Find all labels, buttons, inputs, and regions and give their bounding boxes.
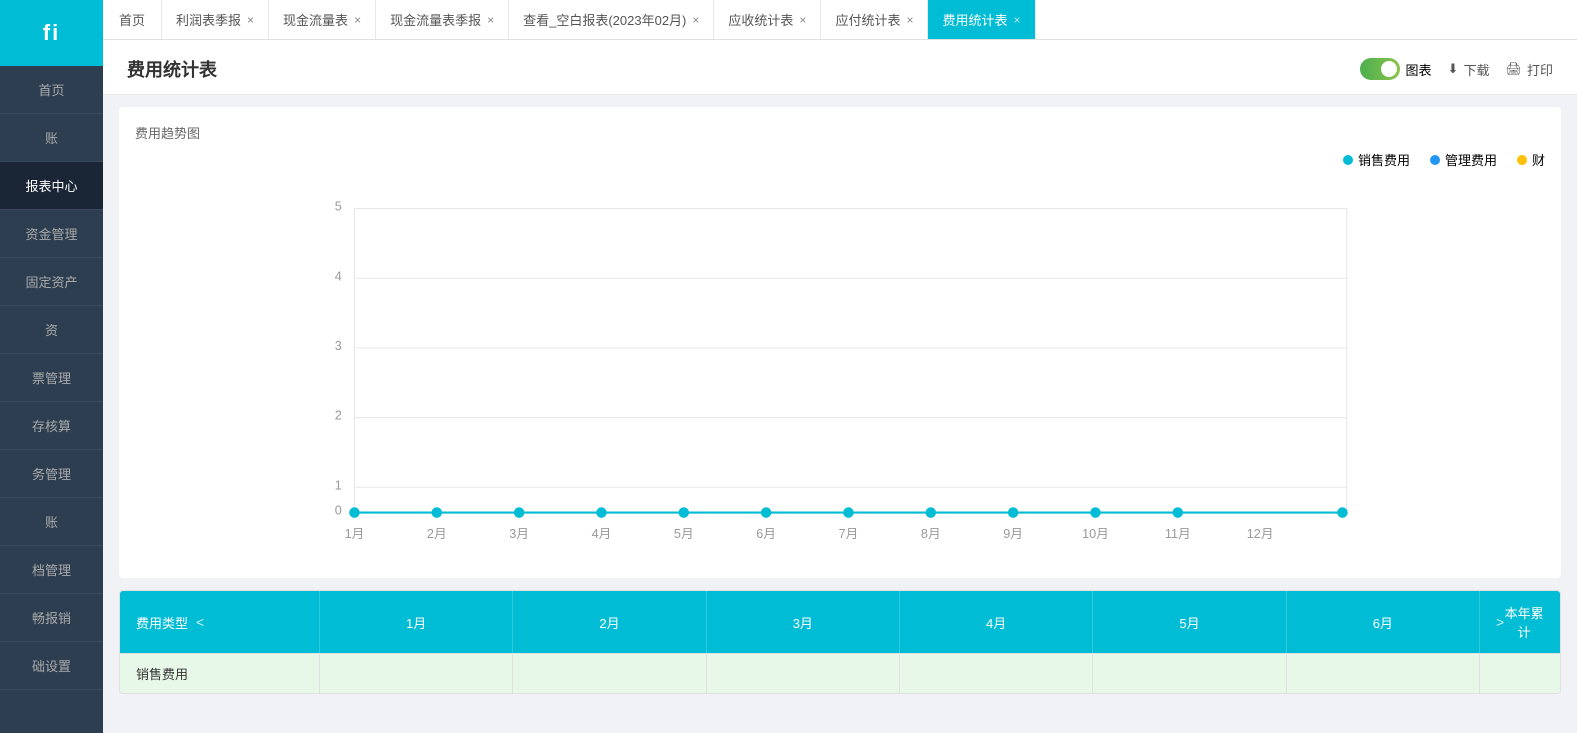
svg-text:3月: 3月 (509, 527, 529, 541)
sidebar: fi 首页 账 报表中心 资金管理 固定资产 资 票管理 存核算 务管理 账 档… (0, 0, 103, 733)
td-type-sales: 销售费用 (120, 654, 320, 693)
sidebar-item-invoice[interactable]: 票管理 (0, 354, 103, 402)
download-button[interactable]: ⬇ 下载 (1448, 60, 1490, 79)
tab-close-cashflow-quarterly[interactable]: × (487, 13, 494, 27)
tab-profit-quarterly[interactable]: 利润表季报 × (162, 0, 269, 39)
chart-toggle-wrap: 图表 (1360, 58, 1432, 80)
svg-text:6月: 6月 (756, 527, 776, 541)
sidebar-item-report-center[interactable]: 报表中心 (0, 162, 103, 210)
chart-toggle-label: 图表 (1406, 60, 1432, 79)
svg-text:8月: 8月 (921, 527, 941, 541)
td-sales-m6 (1287, 654, 1480, 693)
tab-receivable[interactable]: 应收统计表 × (714, 0, 821, 39)
legend-sales-dot (1343, 155, 1353, 165)
svg-text:1月: 1月 (345, 527, 365, 541)
svg-text:11月: 11月 (1165, 527, 1191, 541)
print-button[interactable]: 🖨 打印 (1505, 60, 1553, 79)
download-icon: ⬇ (1448, 61, 1459, 77)
print-icon: 🖨 (1505, 61, 1522, 77)
table-header: 费用类型 < 1月 2月 3月 4月 5月 6月 > 本年累计 (120, 591, 1560, 653)
sidebar-item-fund[interactable]: 资金管理 (0, 210, 103, 258)
svg-text:5月: 5月 (674, 527, 694, 541)
tab-close-cashflow[interactable]: × (354, 13, 361, 27)
sidebar-item-expense[interactable]: 畅报销 (0, 594, 103, 642)
chart-toggle[interactable] (1360, 58, 1400, 80)
th-month-3: 3月 (707, 591, 900, 653)
legend-sales-label: 销售费用 (1358, 150, 1410, 169)
legend-sales: 销售费用 (1343, 150, 1410, 169)
th-month-2: 2月 (513, 591, 706, 653)
tab-close-expense-stats[interactable]: × (1013, 13, 1020, 27)
tab-cashflow-quarterly[interactable]: 现金流量表季报 × (376, 0, 509, 39)
tab-home[interactable]: 首页 (103, 0, 162, 39)
tab-cashflow[interactable]: 现金流量表 × (269, 0, 376, 39)
sidebar-item-account[interactable]: 账 (0, 114, 103, 162)
main-content: 首页 利润表季报 × 现金流量表 × 现金流量表季报 × 查看_空白报表(202… (103, 0, 1577, 733)
th-expense-type: 费用类型 < (120, 591, 320, 653)
legend-admin-dot (1430, 155, 1440, 165)
tab-payable[interactable]: 应付统计表 × (821, 0, 928, 39)
legend-finance-label: 财 (1532, 150, 1545, 169)
tab-bar: 首页 利润表季报 × 现金流量表 × 现金流量表季报 × 查看_空白报表(202… (103, 0, 1577, 40)
chart-svg: 5 4 3 2 1 0 (135, 179, 1545, 559)
sidebar-item-home[interactable]: 首页 (0, 66, 103, 114)
svg-text:0: 0 (335, 504, 342, 518)
sidebar-item-service[interactable]: 务管理 (0, 450, 103, 498)
svg-text:1: 1 (335, 478, 342, 492)
table-row: 销售费用 (120, 653, 1560, 693)
nav-next-arrow[interactable]: > (1496, 614, 1504, 630)
nav-prev-arrow[interactable]: < (196, 614, 204, 630)
sidebar-item-settings[interactable]: 础设置 (0, 642, 103, 690)
page-title: 费用统计表 (127, 56, 217, 82)
tab-close-receivable[interactable]: × (799, 13, 806, 27)
th-month-6: 6月 (1287, 591, 1480, 653)
sidebar-logo: fi (0, 0, 103, 66)
sidebar-item-archive[interactable]: 档管理 (0, 546, 103, 594)
svg-text:2月: 2月 (427, 527, 447, 541)
legend-admin-label: 管理费用 (1445, 150, 1497, 169)
svg-text:10月: 10月 (1082, 527, 1109, 541)
chart-svg-wrap: 5 4 3 2 1 0 (135, 179, 1545, 562)
chart-section: 费用趋势图 销售费用 管理费用 财 (119, 107, 1561, 578)
td-sales-m4 (900, 654, 1093, 693)
tab-expense-stats[interactable]: 费用统计表 × (928, 0, 1035, 39)
td-sales-m1 (320, 654, 513, 693)
th-month-1: 1月 (320, 591, 513, 653)
sidebar-item-inventory[interactable]: 存核算 (0, 402, 103, 450)
page-header: 费用统计表 图表 ⬇ 下载 🖨 打印 (103, 40, 1577, 95)
legend-admin: 管理费用 (1430, 150, 1497, 169)
page-actions: 图表 ⬇ 下载 🖨 打印 (1360, 58, 1553, 80)
svg-text:3: 3 (335, 339, 342, 353)
tab-close-payable[interactable]: × (906, 13, 913, 27)
svg-text:2: 2 (335, 409, 342, 423)
legend-finance: 财 (1517, 150, 1545, 169)
sidebar-item-fixed-assets[interactable]: 固定资产 (0, 258, 103, 306)
svg-text:9月: 9月 (1003, 527, 1023, 541)
legend-finance-dot (1517, 155, 1527, 165)
svg-text:4月: 4月 (592, 527, 612, 541)
tab-close-blank-report[interactable]: × (692, 13, 699, 27)
svg-text:12月: 12月 (1247, 527, 1274, 541)
tab-blank-report[interactable]: 查看_空白报表(2023年02月) × (509, 0, 714, 39)
td-sales-m5 (1093, 654, 1286, 693)
td-sales-ytd (1480, 654, 1560, 693)
sidebar-item-ledger[interactable]: 账 (0, 498, 103, 546)
chart-title: 费用趋势图 (135, 123, 1545, 142)
table-section: 费用类型 < 1月 2月 3月 4月 5月 6月 > 本年累计 销售费用 (119, 590, 1561, 694)
svg-text:7月: 7月 (839, 527, 859, 541)
td-sales-m2 (513, 654, 706, 693)
chart-legend: 销售费用 管理费用 财 (135, 150, 1545, 169)
svg-text:5: 5 (335, 200, 342, 214)
tab-close-profit-quarterly[interactable]: × (247, 13, 254, 27)
page-content: 费用统计表 图表 ⬇ 下载 🖨 打印 费用趋势图 (103, 40, 1577, 733)
th-month-5: 5月 (1093, 591, 1286, 653)
th-year-total: > 本年累计 (1480, 591, 1560, 653)
sidebar-item-capital[interactable]: 资 (0, 306, 103, 354)
th-month-4: 4月 (900, 591, 1093, 653)
td-sales-m3 (707, 654, 900, 693)
svg-text:4: 4 (335, 269, 342, 283)
